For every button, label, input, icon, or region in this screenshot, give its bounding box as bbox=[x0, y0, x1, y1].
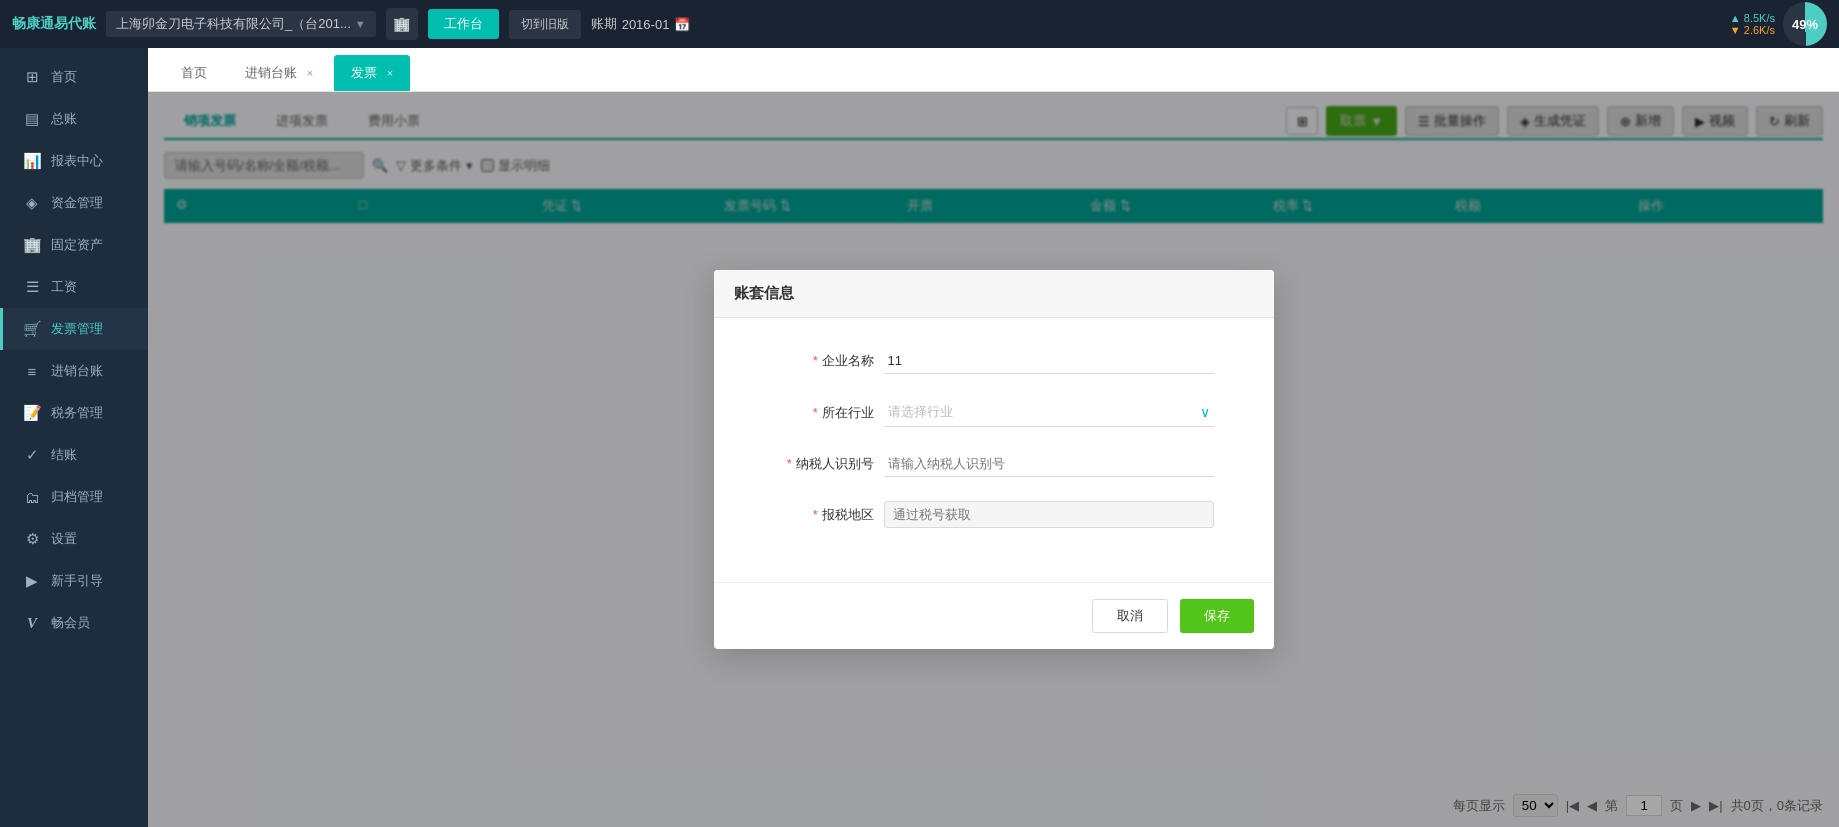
company-name: 上海卯金刀电子科技有限公司_（台201... bbox=[116, 15, 351, 33]
cancel-button[interactable]: 取消 bbox=[1092, 599, 1168, 633]
sidebar-item-home[interactable]: ⊞ 首页 bbox=[0, 56, 148, 98]
sidebar-item-finance[interactable]: ◈ 资金管理 bbox=[0, 182, 148, 224]
tab-invoice[interactable]: 发票 × bbox=[334, 55, 410, 91]
sidebar-item-archive[interactable]: 🗂 归档管理 bbox=[0, 476, 148, 518]
sidebar-item-label: 固定资产 bbox=[51, 236, 103, 254]
account-info-modal: 账套信息 * 企业名称 * bbox=[714, 270, 1274, 649]
ledger-icon: ▤ bbox=[23, 110, 41, 128]
form-row-industry: * 所在行业 请选择行业 ∨ bbox=[774, 398, 1214, 427]
sidebar-item-label: 报表中心 bbox=[51, 152, 103, 170]
company-selector[interactable]: 上海卯金刀电子科技有限公司_（台201... ▼ bbox=[106, 11, 376, 37]
archive-icon: 🗂 bbox=[23, 489, 41, 506]
sidebar-item-label: 设置 bbox=[51, 530, 77, 548]
sidebar-item-label: 资金管理 bbox=[51, 194, 103, 212]
building-icon: 🏢 bbox=[393, 16, 410, 32]
tab-purchase-close[interactable]: × bbox=[307, 67, 313, 79]
sidebar-item-label: 税务管理 bbox=[51, 404, 103, 422]
app-logo: 畅康通易代账 bbox=[12, 15, 96, 33]
sidebar-item-label: 进销台账 bbox=[51, 362, 103, 380]
sidebar-item-label: 畅会员 bbox=[51, 614, 90, 632]
sidebar: ⊞ 首页 ▤ 总账 📊 报表中心 ◈ 资金管理 🏢 固定资产 ☰ 工资 🛒 发票… bbox=[0, 48, 148, 827]
finance-icon: ◈ bbox=[23, 194, 41, 212]
tax-region-input bbox=[884, 501, 1214, 528]
modal-body: * 企业名称 * 所在行业 请选择行业 bbox=[714, 318, 1274, 582]
assets-icon: 🏢 bbox=[23, 236, 41, 254]
sidebar-item-salary[interactable]: ☰ 工资 bbox=[0, 266, 148, 308]
modal-overlay: 账套信息 * 企业名称 * bbox=[148, 92, 1839, 827]
industry-dropdown-arrow[interactable]: ∨ bbox=[1200, 404, 1210, 420]
sidebar-item-tax[interactable]: 📝 税务管理 bbox=[0, 392, 148, 434]
content-area: 销项发票 进项发票 费用小票 ⊞ 取票 ▼ bbox=[148, 92, 1839, 827]
tab-bar: 首页 进销台账 × 发票 × bbox=[148, 48, 1839, 92]
sidebar-item-assets[interactable]: 🏢 固定资产 bbox=[0, 224, 148, 266]
tab-purchase[interactable]: 进销台账 × bbox=[228, 55, 330, 91]
reports-icon: 📊 bbox=[23, 152, 41, 170]
company-icon-btn[interactable]: 🏢 bbox=[386, 8, 418, 40]
upload-speed: ▲ 8.5K/s bbox=[1730, 12, 1775, 24]
company-name-input[interactable] bbox=[884, 348, 1214, 374]
sidebar-item-ledger[interactable]: ▤ 总账 bbox=[0, 98, 148, 140]
tab-home-label: 首页 bbox=[181, 65, 207, 80]
main-layout: ⊞ 首页 ▤ 总账 📊 报表中心 ◈ 资金管理 🏢 固定资产 ☰ 工资 🛒 发票… bbox=[0, 48, 1839, 827]
tax-id-input[interactable] bbox=[884, 451, 1214, 477]
tab-purchase-label: 进销台账 bbox=[245, 65, 297, 80]
home-icon: ⊞ bbox=[23, 68, 41, 86]
sidebar-item-label: 首页 bbox=[51, 68, 77, 86]
topbar: 畅康通易代账 上海卯金刀电子科技有限公司_（台201... ▼ 🏢 工作台 切到… bbox=[0, 0, 1839, 48]
sidebar-item-settings[interactable]: ⚙ 设置 bbox=[0, 518, 148, 560]
calendar-icon[interactable]: 📅 bbox=[674, 17, 690, 32]
network-stats: ▲ 8.5K/s ▼ 2.6K/s bbox=[1730, 12, 1775, 36]
tab-invoice-close[interactable]: × bbox=[387, 67, 393, 79]
member-icon: V bbox=[23, 615, 41, 632]
sidebar-item-label: 结账 bbox=[51, 446, 77, 464]
salary-icon: ☰ bbox=[23, 278, 41, 296]
industry-select[interactable]: 请选择行业 ∨ bbox=[884, 398, 1214, 427]
period-label: 账期 bbox=[591, 15, 617, 33]
cpu-percent-circle: 49% bbox=[1783, 2, 1827, 46]
sidebar-item-label: 归档管理 bbox=[51, 488, 103, 506]
settle-icon: ✓ bbox=[23, 446, 41, 464]
tax-icon: 📝 bbox=[23, 404, 41, 422]
tax-id-label: * 纳税人识别号 bbox=[774, 455, 874, 473]
switch-old-button[interactable]: 切到旧版 bbox=[509, 10, 581, 39]
sidebar-item-invoice[interactable]: 🛒 发票管理 bbox=[0, 308, 148, 350]
form-row-tax-id: * 纳税人识别号 bbox=[774, 451, 1214, 477]
workbench-button[interactable]: 工作台 bbox=[428, 9, 499, 39]
tab-invoice-label: 发票 bbox=[351, 65, 377, 80]
sidebar-item-label: 新手引导 bbox=[51, 572, 103, 590]
sidebar-item-settle[interactable]: ✓ 结账 bbox=[0, 434, 148, 476]
industry-label: * 所在行业 bbox=[774, 404, 874, 422]
form-row-tax-region: * 报税地区 bbox=[774, 501, 1214, 528]
sidebar-item-label: 发票管理 bbox=[51, 320, 103, 338]
modal-title: 账套信息 bbox=[714, 270, 1274, 318]
save-button[interactable]: 保存 bbox=[1180, 599, 1254, 633]
settings-icon: ⚙ bbox=[23, 530, 41, 548]
period-value: 2016-01 bbox=[622, 17, 670, 32]
sidebar-item-purchase[interactable]: ≡ 进销台账 bbox=[0, 350, 148, 392]
industry-placeholder: 请选择行业 bbox=[888, 403, 1200, 421]
tax-region-label: * 报税地区 bbox=[774, 506, 874, 524]
main-area: 首页 进销台账 × 发票 × 销项发票 进项发票 bbox=[148, 48, 1839, 827]
period-display: 账期 2016-01 📅 bbox=[591, 15, 691, 33]
sidebar-item-member[interactable]: V 畅会员 bbox=[0, 602, 148, 644]
invoice-icon: 🛒 bbox=[23, 320, 41, 338]
form-row-company-name: * 企业名称 bbox=[774, 348, 1214, 374]
topbar-right: ▲ 8.5K/s ▼ 2.6K/s 49% bbox=[1730, 2, 1827, 46]
download-speed: ▼ 2.6K/s bbox=[1730, 24, 1775, 36]
sidebar-item-label: 工资 bbox=[51, 278, 77, 296]
company-name-label: * 企业名称 bbox=[774, 352, 874, 370]
company-dropdown-arrow: ▼ bbox=[355, 18, 366, 30]
purchase-icon: ≡ bbox=[23, 363, 41, 380]
tab-home[interactable]: 首页 bbox=[164, 55, 224, 91]
guide-icon: ▶ bbox=[23, 572, 41, 590]
sidebar-item-reports[interactable]: 📊 报表中心 bbox=[0, 140, 148, 182]
sidebar-item-guide[interactable]: ▶ 新手引导 bbox=[0, 560, 148, 602]
modal-footer: 取消 保存 bbox=[714, 582, 1274, 649]
sidebar-item-label: 总账 bbox=[51, 110, 77, 128]
